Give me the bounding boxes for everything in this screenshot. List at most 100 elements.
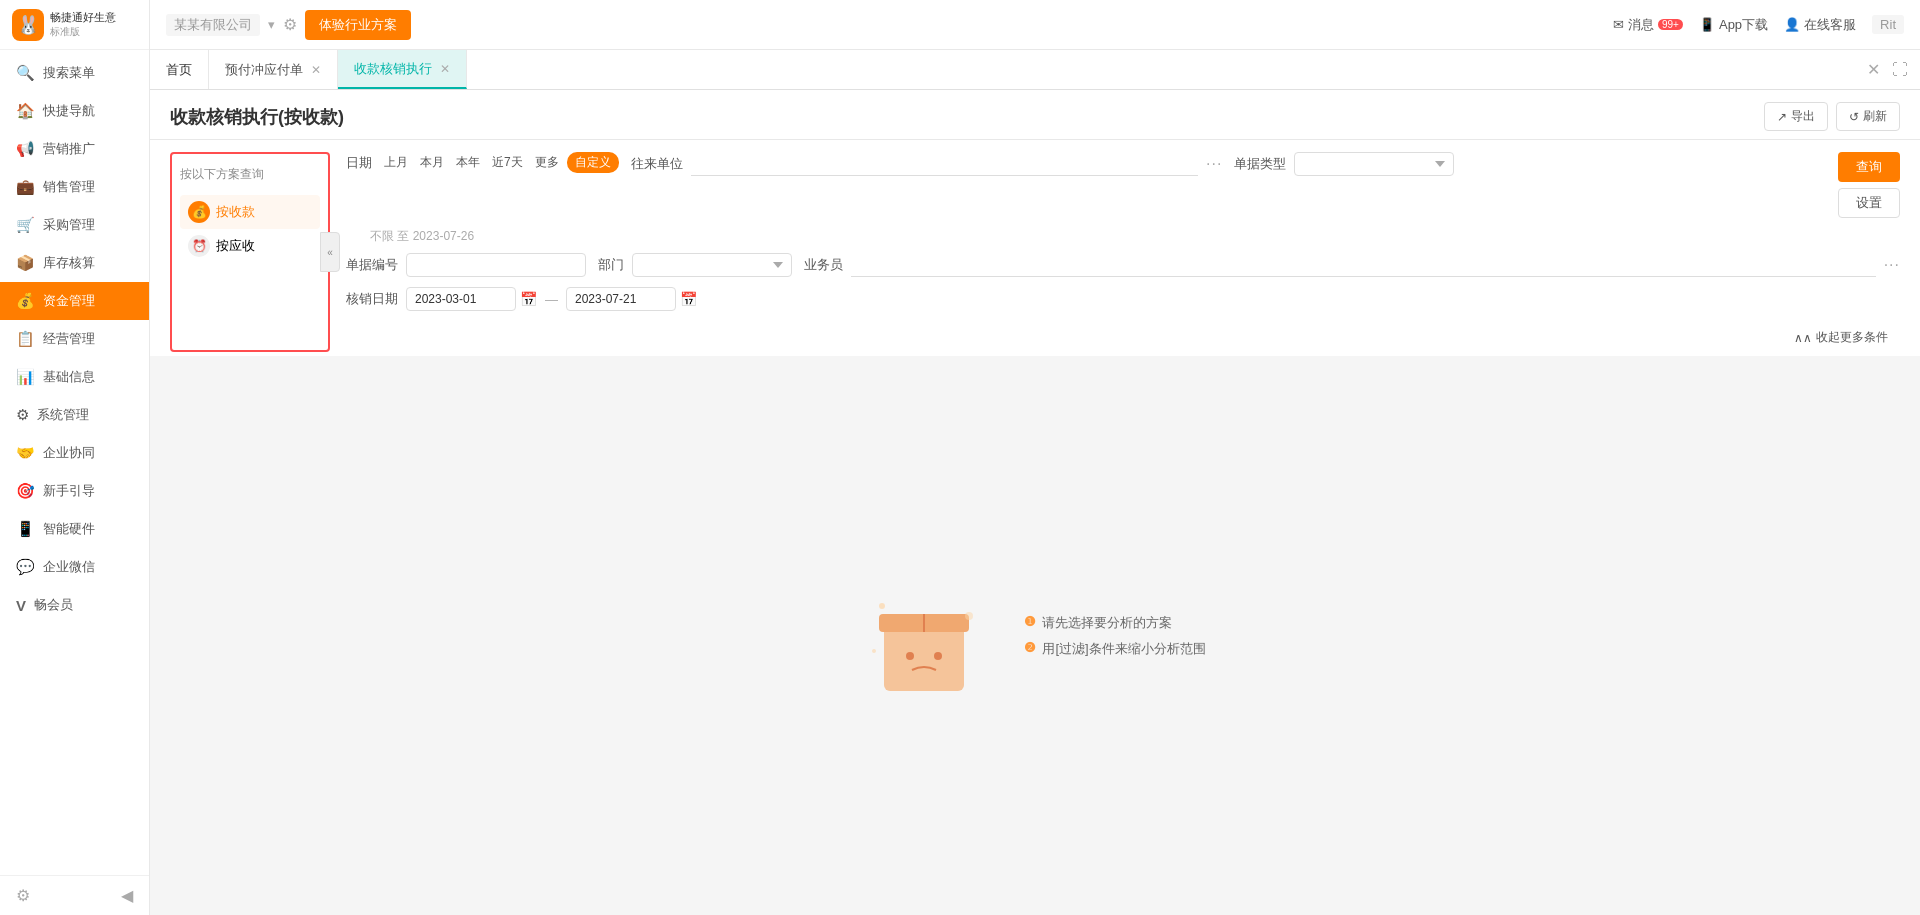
sidebar-item-search[interactable]: 🔍 搜索菜单 xyxy=(0,54,149,92)
message-badge: 99+ xyxy=(1658,19,1683,30)
svg-point-5 xyxy=(879,603,885,609)
writeoff-end-value: 2023-07-21 xyxy=(566,287,676,311)
refresh-btn[interactable]: ↺ 刷新 xyxy=(1836,102,1900,131)
filter-option-by-receivable[interactable]: ⏰ 按应收 xyxy=(180,229,320,263)
settings-footer-icon[interactable]: ⚙ xyxy=(16,886,30,905)
sidebar-item-label: 智能硬件 xyxy=(43,520,95,538)
collapse-icon: ∧∧ xyxy=(1794,331,1812,345)
sidebar-item-label: 搜索菜单 xyxy=(43,64,95,82)
filter-option-label: 按收款 xyxy=(216,203,255,221)
info-icon: 📊 xyxy=(16,368,35,386)
finance-icon: 💰 xyxy=(16,292,35,310)
date-btn-custom[interactable]: 自定义 xyxy=(567,152,619,173)
sidebar-item-label: 库存核算 xyxy=(43,254,95,272)
app-label: App下载 xyxy=(1719,16,1768,34)
query-btn[interactable]: 查询 xyxy=(1838,152,1900,182)
filter-sidebar-collapse-btn[interactable]: « xyxy=(320,232,340,272)
sidebar-item-member[interactable]: V 畅会员 xyxy=(0,586,149,624)
staff-filter: 业务员 ··· xyxy=(804,253,1900,277)
date-btn-this-month[interactable]: 本月 xyxy=(416,152,448,173)
tab-writeoff[interactable]: 收款核销执行 ✕ xyxy=(338,50,467,89)
page-container: 收款核销执行(按收款) ↗ 导出 ↺ 刷新 按以下方案查询 xyxy=(150,90,1920,915)
sidebar-item-label: 营销推广 xyxy=(43,140,95,158)
export-label: 导出 xyxy=(1791,108,1815,125)
user-name[interactable]: Rit xyxy=(1872,15,1904,34)
app-download-btn[interactable]: 📱 App下载 xyxy=(1699,16,1768,34)
topbar-right: ✉ 消息 99+ 📱 App下载 👤 在线客服 Rit xyxy=(1613,15,1904,34)
sidebar-footer: ⚙ ◀ xyxy=(0,875,149,915)
message-btn[interactable]: ✉ 消息 99+ xyxy=(1613,16,1683,34)
sidebar-item-management[interactable]: 📋 经营管理 xyxy=(0,320,149,358)
date-shortcuts: 上月 本月 本年 近7天 更多 自定义 xyxy=(380,152,619,173)
maximize-icon[interactable]: ⛶ xyxy=(1892,61,1908,79)
date-sep: — xyxy=(545,292,558,307)
bill-type-select[interactable] xyxy=(1294,152,1454,176)
receipt-icon: 💰 xyxy=(188,201,210,223)
date-btn-last-month[interactable]: 上月 xyxy=(380,152,412,173)
close-all-tabs-icon[interactable]: ✕ xyxy=(1867,60,1880,79)
logo: 🐰 畅捷通好生意 标准版 xyxy=(0,0,149,50)
sidebar-item-finance[interactable]: 💰 资金管理 xyxy=(0,282,149,320)
date-btn-this-year[interactable]: 本年 xyxy=(452,152,484,173)
sidebar-item-hardware[interactable]: 📱 智能硬件 xyxy=(0,510,149,548)
message-icon: ✉ xyxy=(1613,17,1624,32)
purchase-icon: 🛒 xyxy=(16,216,35,234)
empty-state: ❶ 请先选择要分析的方案 ❷ 用[过滤]条件来缩小分析范围 xyxy=(150,356,1920,915)
sidebar-item-purchase[interactable]: 🛒 采购管理 xyxy=(0,206,149,244)
sidebar-item-sales[interactable]: 💼 销售管理 xyxy=(0,168,149,206)
export-btn[interactable]: ↗ 导出 xyxy=(1764,102,1828,131)
sidebar-item-label: 企业微信 xyxy=(43,558,95,576)
sidebar: 🐰 畅捷通好生意 标准版 🔍 搜索菜单 🏠 快捷导航 📢 营销推广 💼 销售管理… xyxy=(0,0,150,915)
inventory-icon: 📦 xyxy=(16,254,35,272)
sidebar-item-label: 快捷导航 xyxy=(43,102,95,120)
date-btn-7days[interactable]: 近7天 xyxy=(488,152,527,173)
sidebar-item-label: 资金管理 xyxy=(43,292,95,310)
sidebar-item-collab[interactable]: 🤝 企业协同 xyxy=(0,434,149,472)
staff-more-icon[interactable]: ··· xyxy=(1884,256,1900,274)
refresh-icon: ↺ xyxy=(1849,110,1859,124)
filter-main: 日期 上月 本月 本年 近7天 更多 自定义 往来单位 xyxy=(346,152,1900,352)
counterpart-more-icon[interactable]: ··· xyxy=(1206,155,1222,173)
receivable-icon: ⏰ xyxy=(188,235,210,257)
filter-actions: 查询 设置 xyxy=(1838,152,1900,218)
dropdown-arrow-icon[interactable]: ▾ xyxy=(268,17,275,32)
service-btn[interactable]: 👤 在线客服 xyxy=(1784,16,1856,34)
sidebar-item-basic-info[interactable]: 📊 基础信息 xyxy=(0,358,149,396)
calendar-end-icon[interactable]: 📅 xyxy=(680,291,697,307)
dept-label: 部门 xyxy=(598,256,624,274)
tab-close-icon[interactable]: ✕ xyxy=(311,63,321,77)
more-conditions-btn[interactable]: ∧∧ 收起更多条件 xyxy=(1782,323,1900,352)
tabbar: 首页 预付冲应付单 ✕ 收款核销执行 ✕ ✕ ⛶ xyxy=(150,50,1920,90)
bill-no-input[interactable] xyxy=(406,253,586,277)
sidebar-item-guide[interactable]: 🎯 新手引导 xyxy=(0,472,149,510)
empty-hints: ❶ 请先选择要分析的方案 ❷ 用[过滤]条件来缩小分析范围 xyxy=(1024,614,1205,658)
industry-btn[interactable]: 体验行业方案 xyxy=(305,10,411,40)
sidebar-item-inventory[interactable]: 📦 库存核算 xyxy=(0,244,149,282)
sidebar-item-label: 畅会员 xyxy=(34,596,73,614)
filter-settings-btn[interactable]: 设置 xyxy=(1838,188,1900,218)
sidebar-item-label: 基础信息 xyxy=(43,368,95,386)
tab-close-icon[interactable]: ✕ xyxy=(440,62,450,76)
sidebar-item-marketing[interactable]: 📢 营销推广 xyxy=(0,130,149,168)
service-label: 在线客服 xyxy=(1804,16,1856,34)
sidebar-item-system[interactable]: ⚙ 系统管理 xyxy=(0,396,149,434)
filter-option-by-receipt[interactable]: 💰 按收款 xyxy=(180,195,320,229)
tab-label: 首页 xyxy=(166,61,192,79)
dept-select[interactable] xyxy=(632,253,792,277)
sales-icon: 💼 xyxy=(16,178,35,196)
counterpart-label: 往来单位 xyxy=(631,155,683,173)
message-label: 消息 xyxy=(1628,16,1654,34)
collapse-sidebar-icon[interactable]: ◀ xyxy=(121,886,133,905)
topbar-gear-icon[interactable]: ⚙ xyxy=(283,15,297,34)
date-btn-more[interactable]: 更多 xyxy=(531,152,563,173)
sidebar-item-wxwork[interactable]: 💬 企业微信 xyxy=(0,548,149,586)
sidebar-item-nav[interactable]: 🏠 快捷导航 xyxy=(0,92,149,130)
tab-home[interactable]: 首页 xyxy=(150,50,209,89)
filter-sidebar-title: 按以下方案查询 xyxy=(180,162,320,187)
tab-prepay[interactable]: 预付冲应付单 ✕ xyxy=(209,50,338,89)
bill-no-label: 单据编号 xyxy=(346,256,398,274)
logo-name: 畅捷通好生意 xyxy=(50,10,116,24)
sidebar-nav: 🔍 搜索菜单 🏠 快捷导航 📢 营销推广 💼 销售管理 🛒 采购管理 📦 库存核… xyxy=(0,50,149,875)
calendar-start-icon[interactable]: 📅 xyxy=(520,291,537,307)
sidebar-item-label: 系统管理 xyxy=(37,406,89,424)
